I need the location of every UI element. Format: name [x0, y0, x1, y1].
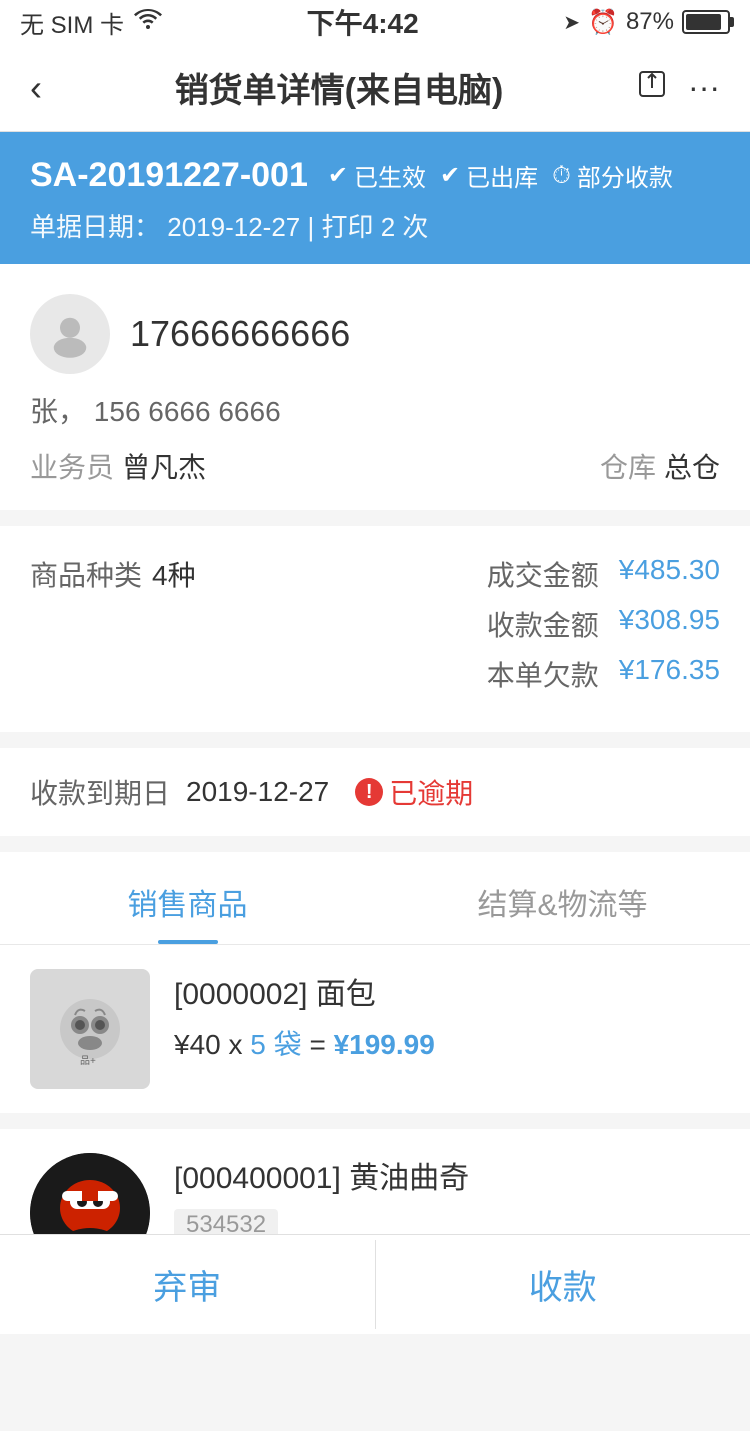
- owed-value: ¥176.35: [619, 654, 720, 694]
- nav-bar: ‹ 销货单详情(来自电脑) ···: [0, 44, 750, 132]
- deal-amount-value: ¥485.30: [619, 554, 720, 594]
- deal-amount-row: 成交金额 ¥485.30: [487, 554, 720, 594]
- overdue-badge: ! 已逾期: [355, 772, 473, 812]
- warehouse-value: 总仓: [664, 446, 720, 486]
- more-icon[interactable]: ···: [688, 69, 720, 106]
- overdue-icon: !: [355, 778, 383, 806]
- customer-phone: 17666666666: [130, 313, 350, 355]
- product-total-1: ¥199.99: [334, 1029, 435, 1060]
- svg-text:品+: 品+: [80, 1055, 96, 1067]
- due-section: 收款到期日 2019-12-27 ! 已逾期: [0, 748, 750, 836]
- bottom-bar: 弃审 收款: [0, 1234, 750, 1334]
- page-title: 销货单详情(来自电脑): [175, 63, 504, 112]
- badge-partial-paid: ⏱ 部分收款: [552, 158, 673, 193]
- order-date: 单据日期： 2019-12-27 | 打印 2 次: [30, 207, 720, 244]
- due-date-value: 2019-12-27: [186, 776, 329, 808]
- summary-section: 商品种类 4种 成交金额 ¥485.30 收款金额 ¥308.95 本单欠款 ¥…: [0, 526, 750, 732]
- sales-person: 曾凡杰: [122, 446, 206, 486]
- check-icon-2: ✔: [440, 161, 460, 190]
- deal-amount-label: 成交金额: [487, 554, 599, 594]
- product-type-value: 4种: [152, 554, 196, 594]
- tab-sales[interactable]: 销售商品: [0, 852, 375, 944]
- summary-right: 成交金额 ¥485.30 收款金额 ¥308.95 本单欠款 ¥176.35: [487, 554, 720, 704]
- clock-icon: ⏱: [552, 162, 571, 190]
- battery-icon: [682, 10, 730, 34]
- status-bar: 无 SIM 卡 下午4:42 ➤ ⏰ 87%: [0, 0, 750, 44]
- received-label: 收款金额: [487, 604, 599, 644]
- status-left: 无 SIM 卡: [20, 5, 162, 40]
- location-icon: ➤: [563, 10, 580, 35]
- product-type-label: 商品种类: [30, 554, 142, 594]
- product-qty-1: 5 袋: [250, 1029, 309, 1060]
- product-info-1: [0000002] 面包 ¥40 x 5 袋 = ¥199.99: [174, 969, 720, 1063]
- status-badges: ✔ 已生效 ✔ 已出库 ⏱ 部分收款: [328, 158, 673, 193]
- customer-avatar: [30, 294, 110, 374]
- owed-row: 本单欠款 ¥176.35: [487, 654, 720, 694]
- owed-label: 本单欠款: [487, 654, 599, 694]
- summary-left: 商品种类 4种: [30, 554, 196, 602]
- overdue-text: 已逾期: [389, 772, 473, 812]
- nav-actions: ···: [636, 68, 720, 108]
- due-date-label: 收款到期日: [30, 772, 170, 812]
- product-name-1: [0000002] 面包: [174, 969, 720, 1013]
- carrier-text: 无 SIM 卡: [20, 5, 124, 40]
- product-name-2: [000400001] 黄油曲奇: [174, 1153, 720, 1197]
- wifi-icon: [134, 8, 162, 36]
- battery-percent: 87%: [626, 8, 674, 36]
- customer-section: 17666666666 张， 156 6666 6666 业务员 曾凡杰 仓库 …: [0, 264, 750, 510]
- received-row: 收款金额 ¥308.95: [487, 604, 720, 644]
- product-thumb-1: 品+: [30, 969, 150, 1089]
- tabs-section: 销售商品 结算&物流等: [0, 852, 750, 945]
- product-item-1: 品+ [0000002] 面包 ¥40 x 5 袋 = ¥199.99: [0, 945, 750, 1113]
- confirm-button[interactable]: 收款: [376, 1240, 750, 1329]
- customer-info-row: 业务员 曾凡杰 仓库 总仓: [30, 446, 720, 486]
- order-id: SA-20191227-001: [30, 156, 308, 195]
- badge-effective: ✔ 已生效: [328, 158, 426, 193]
- alarm-icon: ⏰: [588, 8, 618, 37]
- received-value: ¥308.95: [619, 604, 720, 644]
- customer-sub: 张， 156 6666 6666: [30, 390, 720, 430]
- sales-label: 业务员: [30, 446, 114, 486]
- cancel-button[interactable]: 弃审: [0, 1240, 376, 1329]
- check-icon-1: ✔: [328, 161, 348, 190]
- tab-settlement[interactable]: 结算&物流等: [375, 852, 750, 944]
- back-button[interactable]: ‹: [30, 67, 42, 109]
- status-right: ➤ ⏰ 87%: [563, 8, 730, 37]
- order-header: SA-20191227-001 ✔ 已生效 ✔ 已出库 ⏱ 部分收款 单据日期：…: [0, 132, 750, 264]
- status-time: 下午4:42: [307, 2, 419, 42]
- warehouse-label: 仓库: [600, 446, 656, 486]
- badge-shipped: ✔ 已出库: [440, 158, 538, 193]
- product-price-1: ¥40 x 5 袋 = ¥199.99: [174, 1023, 720, 1063]
- share-icon[interactable]: [636, 68, 668, 108]
